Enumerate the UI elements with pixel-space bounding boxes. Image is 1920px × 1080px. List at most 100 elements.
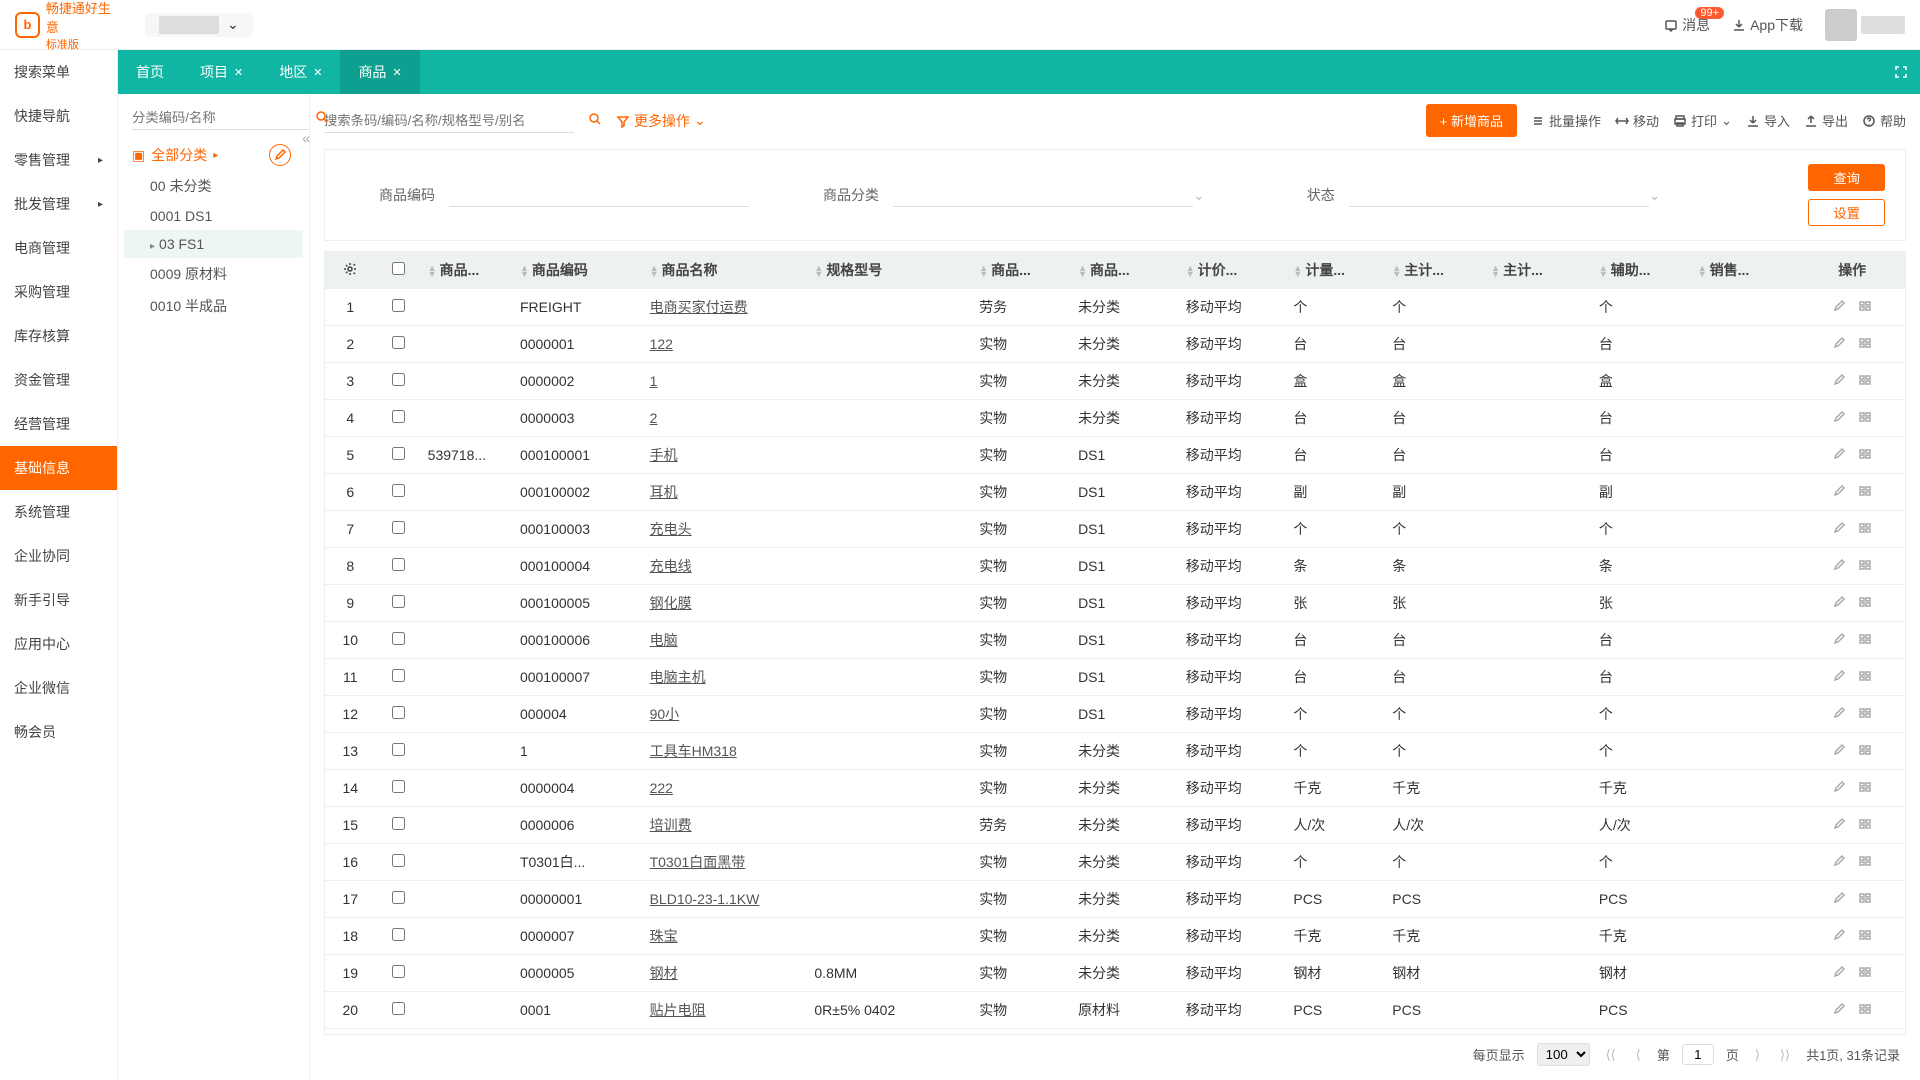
sidebar-item[interactable]: 快捷导航 [0, 94, 117, 138]
row-checkbox[interactable] [376, 585, 422, 622]
tree-node[interactable]: ▸03 FS1 [124, 230, 303, 258]
more-icon[interactable] [1858, 484, 1872, 501]
sidebar-item[interactable]: 经营管理 [0, 402, 117, 446]
more-icon[interactable] [1858, 447, 1872, 464]
col-header[interactable]: ▲▼商品编码 [514, 252, 644, 289]
org-selector[interactable]: ⌄ [145, 13, 253, 37]
row-checkbox[interactable] [376, 400, 422, 437]
row-checkbox[interactable] [376, 881, 422, 918]
sidebar-item[interactable]: 系统管理 [0, 490, 117, 534]
close-icon[interactable]: ✕ [234, 66, 243, 79]
more-icon[interactable] [1858, 558, 1872, 575]
gear-column-header[interactable] [325, 252, 376, 289]
more-icon[interactable] [1858, 373, 1872, 390]
row-checkbox[interactable] [376, 474, 422, 511]
more-icon[interactable] [1858, 965, 1872, 982]
more-icon[interactable] [1858, 817, 1872, 834]
cell-name[interactable]: 电脑主机 [644, 659, 809, 696]
tree-node[interactable]: 0001 DS1 [124, 202, 303, 230]
cell-name[interactable]: 222 [644, 770, 809, 807]
row-checkbox[interactable] [376, 659, 422, 696]
more-icon[interactable] [1858, 669, 1872, 686]
col-header[interactable]: ▲▼规格型号 [808, 252, 973, 289]
row-checkbox[interactable] [376, 622, 422, 659]
more-icon[interactable] [1858, 780, 1872, 797]
cell-name[interactable]: 电商买家付运费 [644, 289, 809, 326]
sidebar-item[interactable]: 畅会员 [0, 710, 117, 754]
export-button[interactable]: 导出 [1804, 111, 1848, 130]
edit-icon[interactable] [1832, 447, 1846, 464]
row-checkbox[interactable] [376, 548, 422, 585]
tab[interactable]: 商品✕ [340, 50, 419, 94]
cell-name[interactable]: 耳机 [644, 474, 809, 511]
more-icon[interactable] [1858, 632, 1872, 649]
checkbox-all[interactable] [376, 252, 422, 289]
help-button[interactable]: 帮助 [1862, 111, 1906, 130]
tree-all-node[interactable]: ▣ 全部分类 ▸ [124, 140, 303, 170]
edit-icon[interactable] [1832, 558, 1846, 575]
edit-icon[interactable] [1832, 780, 1846, 797]
more-icon[interactable] [1858, 336, 1872, 353]
col-header[interactable]: ▲▼商品... [1072, 252, 1180, 289]
sidebar-item[interactable]: 电商管理 [0, 226, 117, 270]
sidebar-item[interactable]: 企业协同 [0, 534, 117, 578]
batch-button[interactable]: 批量操作 [1531, 111, 1601, 130]
product-search-input[interactable] [324, 109, 574, 133]
cell-name[interactable]: 充电线 [644, 548, 809, 585]
row-checkbox[interactable] [376, 326, 422, 363]
print-button[interactable]: 打印⌄ [1673, 111, 1732, 130]
col-header[interactable]: ▲▼计量... [1287, 252, 1386, 289]
more-icon[interactable] [1858, 1002, 1872, 1019]
edit-icon[interactable] [1832, 336, 1846, 353]
tab[interactable]: 首页 [118, 50, 182, 94]
more-icon[interactable] [1858, 891, 1872, 908]
tree-node[interactable]: 00 未分类 [124, 170, 303, 202]
col-header[interactable]: ▲▼主计... [1386, 252, 1485, 289]
edit-icon[interactable] [1832, 1002, 1846, 1019]
col-header[interactable]: ▲▼主计... [1485, 252, 1593, 289]
user-menu[interactable] [1825, 9, 1905, 41]
tree-node[interactable]: 0010 半成品 [124, 290, 303, 322]
row-checkbox[interactable] [376, 733, 422, 770]
row-checkbox[interactable] [376, 918, 422, 955]
edit-icon[interactable] [1832, 299, 1846, 316]
tree-search-input[interactable] [132, 106, 309, 130]
row-checkbox[interactable] [376, 289, 422, 326]
sidebar-item[interactable]: 新手引导 [0, 578, 117, 622]
col-header[interactable]: ▲▼商品... [422, 252, 514, 289]
more-icon[interactable] [1858, 595, 1872, 612]
cell-name[interactable]: 钢化膜 [644, 585, 809, 622]
edit-icon[interactable] [1832, 743, 1846, 760]
cell-name[interactable]: 贴片电阻 [644, 992, 809, 1029]
row-checkbox[interactable] [376, 696, 422, 733]
sidebar-item[interactable]: 零售管理▸ [0, 138, 117, 182]
next-page-button[interactable]: ⟩ [1751, 1047, 1764, 1063]
settings-button[interactable]: 设置 [1808, 199, 1885, 226]
edit-icon[interactable] [1832, 854, 1846, 871]
cell-name[interactable]: 90小 [644, 696, 809, 733]
add-product-button[interactable]: + 新增商品 [1426, 104, 1517, 137]
row-checkbox[interactable] [376, 511, 422, 548]
messages-button[interactable]: 消息 99+ [1664, 15, 1710, 35]
prev-page-button[interactable]: ⟨ [1632, 1047, 1645, 1063]
cell-name[interactable]: BLD10-23-1.1KW [644, 881, 809, 918]
filter-code-input[interactable] [449, 183, 749, 207]
edit-icon[interactable] [1832, 817, 1846, 834]
first-page-button[interactable]: ⟨⟨ [1602, 1047, 1620, 1063]
row-checkbox[interactable] [376, 992, 422, 1029]
cell-name[interactable]: 钢材 [644, 955, 809, 992]
edit-icon[interactable] [1832, 632, 1846, 649]
cell-name[interactable]: 工具车HM318 [644, 733, 809, 770]
col-header[interactable]: ▲▼销售... [1692, 252, 1800, 289]
edit-icon[interactable] [1832, 706, 1846, 723]
edit-icon[interactable] [1832, 891, 1846, 908]
more-actions-button[interactable]: 更多操作 ⌄ [616, 111, 706, 131]
row-checkbox[interactable] [376, 844, 422, 881]
search-icon[interactable] [315, 110, 329, 127]
sidebar-item[interactable]: 批发管理▸ [0, 182, 117, 226]
filter-class-select[interactable] [893, 183, 1193, 207]
cell-name[interactable]: 珠宝 [644, 918, 809, 955]
filter-status-select[interactable] [1349, 183, 1649, 207]
row-checkbox[interactable] [376, 807, 422, 844]
fullscreen-button[interactable] [1894, 50, 1908, 94]
